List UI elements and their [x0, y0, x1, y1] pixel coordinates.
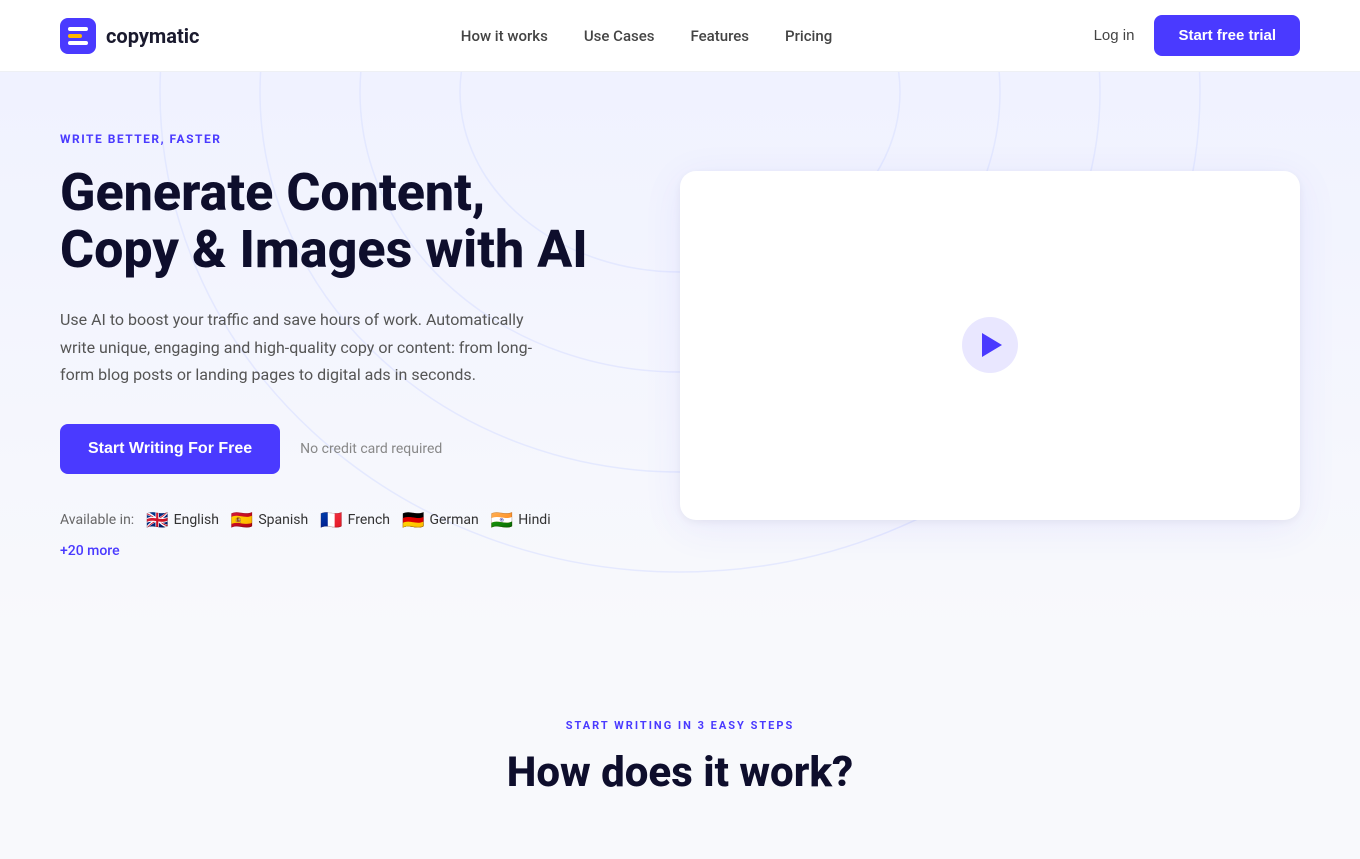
lang-german: 🇩🇪 German — [402, 510, 479, 531]
play-icon — [982, 333, 1002, 357]
hero-left: WRITE BETTER, FASTER Generate Content, C… — [60, 132, 620, 559]
nav-pricing[interactable]: Pricing — [785, 27, 832, 45]
navbar: copymatic How it works Use Cases Feature… — [0, 0, 1360, 72]
logo-icon — [60, 18, 96, 54]
hero-content: WRITE BETTER, FASTER Generate Content, C… — [60, 132, 1300, 559]
hero-tagline: WRITE BETTER, FASTER — [60, 132, 620, 146]
lang-hindi: 🇮🇳 Hindi — [491, 510, 551, 531]
available-label: Available in: — [60, 512, 134, 528]
lang-hindi-label: Hindi — [518, 512, 550, 528]
flag-german: 🇩🇪 — [402, 510, 424, 531]
nav-use-cases[interactable]: Use Cases — [584, 27, 655, 45]
flag-hindi: 🇮🇳 — [491, 510, 513, 531]
hero-cta: Start Writing For Free No credit card re… — [60, 424, 620, 474]
lang-english: 🇬🇧 English — [146, 510, 219, 531]
hero-description: Use AI to boost your traffic and save ho… — [60, 306, 560, 388]
video-preview[interactable] — [680, 171, 1300, 520]
lang-spanish-label: Spanish — [258, 512, 308, 528]
flag-spanish: 🇪🇸 — [231, 510, 253, 531]
how-it-works-section: START WRITING IN 3 EASY STEPS How does i… — [0, 639, 1360, 857]
hero-title: Generate Content, Copy & Images with AI — [60, 164, 620, 278]
lang-french: 🇫🇷 French — [320, 510, 390, 531]
start-writing-button[interactable]: Start Writing For Free — [60, 424, 280, 474]
how-it-works-title: How does it work? — [60, 748, 1300, 797]
nav-links: How it works Use Cases Features Pricing — [461, 26, 832, 45]
hero-right — [680, 171, 1300, 520]
logo[interactable]: copymatic — [60, 18, 199, 54]
lang-english-label: English — [174, 512, 219, 528]
lang-german-label: German — [429, 512, 478, 528]
nav-features[interactable]: Features — [691, 27, 749, 45]
play-button[interactable] — [962, 317, 1018, 373]
nav-how-it-works[interactable]: How it works — [461, 27, 548, 45]
available-in: Available in: 🇬🇧 English 🇪🇸 Spanish 🇫🇷 F… — [60, 510, 620, 559]
login-button[interactable]: Log in — [1094, 27, 1135, 44]
hero-section: WRITE BETTER, FASTER Generate Content, C… — [0, 72, 1360, 639]
lang-french-label: French — [348, 512, 390, 528]
start-trial-button[interactable]: Start free trial — [1154, 15, 1300, 56]
more-languages[interactable]: +20 more — [60, 543, 120, 559]
no-credit-card-text: No credit card required — [300, 441, 442, 457]
lang-spanish: 🇪🇸 Spanish — [231, 510, 308, 531]
how-it-works-tag: START WRITING IN 3 EASY STEPS — [60, 719, 1300, 732]
flag-english: 🇬🇧 — [146, 510, 168, 531]
nav-actions: Log in Start free trial — [1094, 15, 1300, 56]
logo-text: copymatic — [106, 24, 199, 48]
flag-french: 🇫🇷 — [320, 510, 342, 531]
